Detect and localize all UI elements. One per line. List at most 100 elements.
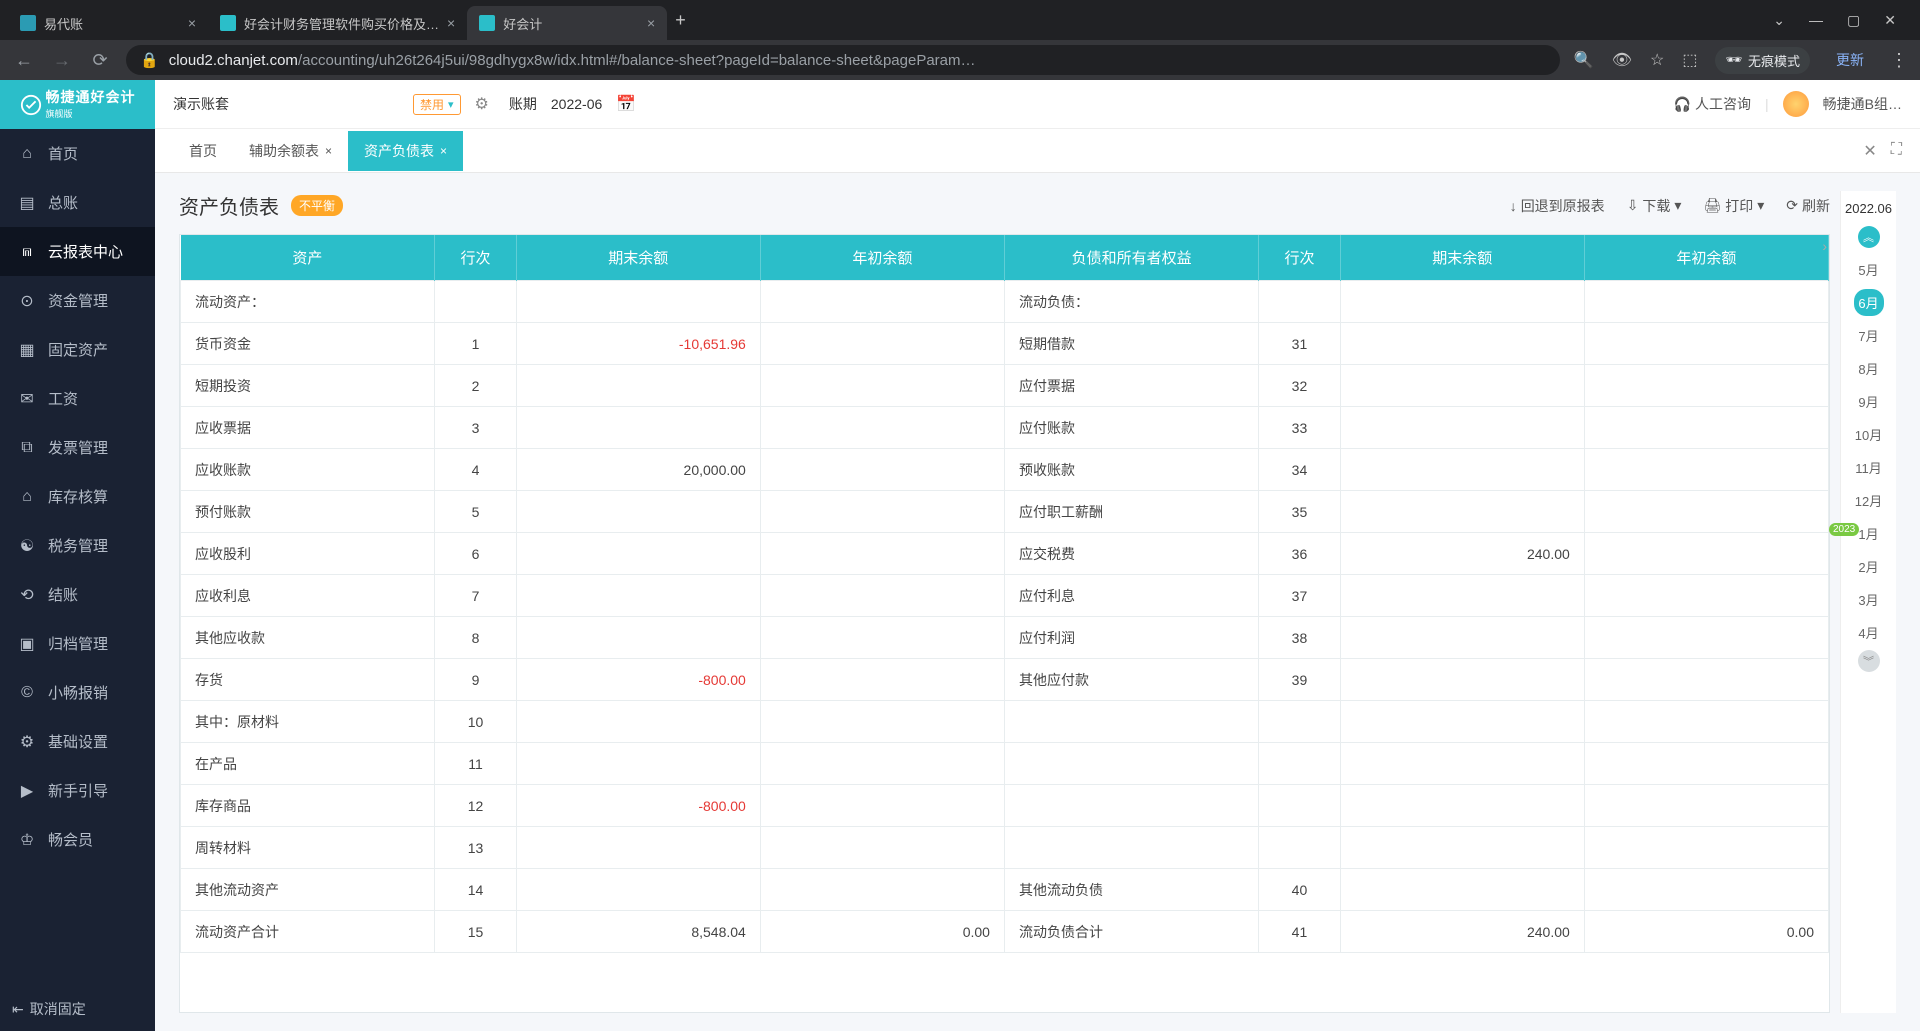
disabled-badge[interactable]: 禁用 ▾ bbox=[413, 94, 461, 115]
nav-icon: ⧉ bbox=[18, 439, 36, 457]
month-item-4月[interactable]: 4月 bbox=[1841, 619, 1896, 646]
sidebar-footer-label: 取消固定 bbox=[30, 999, 86, 1019]
close-all-tabs-icon[interactable]: ✕ bbox=[1863, 141, 1876, 161]
month-item-7月[interactable]: 7月 bbox=[1841, 322, 1896, 349]
sidebar-item-0[interactable]: ⌂首页 bbox=[0, 129, 155, 178]
month-item-11月[interactable]: 11月 bbox=[1841, 454, 1896, 481]
cell-asset: 预付账款 bbox=[181, 491, 435, 533]
cell-row: 2 bbox=[435, 365, 516, 407]
sidebar-item-12[interactable]: ⚙基础设置 bbox=[0, 717, 155, 766]
sidebar-item-11[interactable]: ©小畅报销 bbox=[0, 668, 155, 717]
cell-begin bbox=[760, 659, 1004, 701]
sidebar-item-6[interactable]: ⧉发票管理 bbox=[0, 423, 155, 472]
nav-label: 归档管理 bbox=[48, 633, 108, 654]
month-item-1月[interactable]: 1月2023 bbox=[1841, 520, 1896, 547]
month-item-10月[interactable]: 10月 bbox=[1841, 421, 1896, 448]
sidebar-item-5[interactable]: ✉工资 bbox=[0, 374, 155, 423]
calendar-icon[interactable]: 📅 bbox=[616, 94, 636, 114]
new-tab-button[interactable]: + bbox=[675, 10, 686, 31]
page-tab-2[interactable]: 资产负债表× bbox=[348, 131, 463, 171]
search-icon[interactable]: 🔍 bbox=[1574, 50, 1594, 70]
table-row: 流动资产：流动负债： bbox=[181, 281, 1829, 323]
minimize-icon[interactable]: ― bbox=[1809, 12, 1823, 29]
nav-label: 工资 bbox=[48, 388, 78, 409]
cell-end2 bbox=[1340, 575, 1584, 617]
sidebar-item-3[interactable]: ⊙资金管理 bbox=[0, 276, 155, 325]
sidebar-item-9[interactable]: ⟲结账 bbox=[0, 570, 155, 619]
cell-row: 7 bbox=[435, 575, 516, 617]
balance-sheet-table[interactable]: › 资产 行次 期末余额 年初余额 负债和所有者权 bbox=[179, 234, 1830, 1013]
page-tab-0[interactable]: 首页 bbox=[173, 131, 233, 171]
browser-tab[interactable]: 易代账 × bbox=[8, 6, 208, 40]
extension-icon[interactable]: ⬚ bbox=[1682, 50, 1697, 70]
close-icon[interactable]: × bbox=[325, 144, 332, 158]
cell-asset: 短期投资 bbox=[181, 365, 435, 407]
close-icon[interactable]: × bbox=[447, 15, 455, 31]
col-asset: 资产 bbox=[181, 235, 435, 281]
close-window-icon[interactable]: ✕ bbox=[1884, 12, 1896, 29]
month-prev-button[interactable]: ︽ bbox=[1858, 226, 1880, 248]
sidebar-item-4[interactable]: ▦固定资产 bbox=[0, 325, 155, 374]
month-item-9月[interactable]: 9月 bbox=[1841, 388, 1896, 415]
update-button[interactable]: 更新 bbox=[1828, 46, 1872, 74]
revert-button[interactable]: ↓回退到原报表 bbox=[1510, 196, 1605, 216]
account-selector[interactable]: 演示账套 bbox=[173, 94, 229, 114]
scroll-right-icon[interactable]: › bbox=[1822, 238, 1827, 254]
month-item-8月[interactable]: 8月 bbox=[1841, 355, 1896, 382]
browser-tab-active[interactable]: 好会计 × bbox=[467, 6, 667, 40]
sidebar-item-8[interactable]: ☯税务管理 bbox=[0, 521, 155, 570]
cell-begin bbox=[760, 407, 1004, 449]
support-button[interactable]: 🎧 人工咨询 bbox=[1674, 94, 1751, 114]
cell-begin2 bbox=[1584, 449, 1828, 491]
month-next-button[interactable]: ︾ bbox=[1858, 650, 1880, 672]
close-icon[interactable]: × bbox=[188, 15, 196, 31]
cell-end2 bbox=[1340, 827, 1584, 869]
maximize-icon[interactable]: ▢ bbox=[1847, 12, 1860, 29]
table-row: 其他流动资产14其他流动负债40 bbox=[181, 869, 1829, 911]
avatar[interactable] bbox=[1783, 91, 1809, 117]
sidebar-item-13[interactable]: ▶新手引导 bbox=[0, 766, 155, 815]
headset-icon: 🎧 bbox=[1674, 96, 1691, 113]
incognito-badge: 🕶 无痕模式 bbox=[1715, 47, 1810, 74]
chevron-down-icon[interactable]: ⌄ bbox=[1773, 12, 1785, 29]
sidebar-item-10[interactable]: ▣归档管理 bbox=[0, 619, 155, 668]
month-item-3月[interactable]: 3月 bbox=[1841, 586, 1896, 613]
page-tab-1[interactable]: 辅助余额表× bbox=[233, 131, 348, 171]
refresh-icon: ⟳ bbox=[1786, 197, 1798, 214]
browser-tab[interactable]: 好会计财务管理软件购买价格及… × bbox=[208, 6, 467, 40]
sidebar-item-14[interactable]: ♔畅会员 bbox=[0, 815, 155, 864]
back-button[interactable]: ← bbox=[12, 50, 36, 71]
eye-off-icon[interactable]: 👁 bbox=[1612, 50, 1632, 70]
month-item-2月[interactable]: 2月 bbox=[1841, 553, 1896, 580]
star-icon[interactable]: ☆ bbox=[1650, 50, 1664, 70]
kebab-menu-icon[interactable]: ⋮ bbox=[1890, 50, 1908, 71]
table-row: 其中：原材料10 bbox=[181, 701, 1829, 743]
month-item-5月[interactable]: 5月 bbox=[1841, 256, 1896, 283]
tab-favicon bbox=[220, 15, 236, 31]
cell-begin bbox=[760, 827, 1004, 869]
month-item-6月[interactable]: 6月 bbox=[1854, 289, 1884, 316]
print-button[interactable]: 🖨打印▾ bbox=[1703, 196, 1764, 216]
cell-end bbox=[516, 869, 760, 911]
cell-row: 5 bbox=[435, 491, 516, 533]
sidebar-item-7[interactable]: ⌂库存核算 bbox=[0, 472, 155, 521]
sidebar-pin-toggle[interactable]: ⇤ 取消固定 bbox=[0, 987, 155, 1031]
refresh-button[interactable]: ⟳刷新 bbox=[1786, 196, 1830, 216]
cell-liab: 流动负债合计 bbox=[1004, 911, 1258, 953]
forward-button[interactable]: → bbox=[50, 50, 74, 71]
period-value[interactable]: 2022-06 bbox=[551, 96, 602, 112]
month-item-12月[interactable]: 12月 bbox=[1841, 487, 1896, 514]
sidebar-item-2[interactable]: ⩎云报表中心 bbox=[0, 227, 155, 276]
cell-row: 6 bbox=[435, 533, 516, 575]
close-icon[interactable]: × bbox=[647, 15, 655, 31]
gear-icon[interactable]: ⚙ bbox=[475, 94, 489, 114]
username[interactable]: 畅捷通B组… bbox=[1823, 94, 1902, 114]
table-row: 流动资产合计158,548.040.00流动负债合计41240.000.00 bbox=[181, 911, 1829, 953]
expand-icon[interactable]: ⛶ bbox=[1891, 141, 1902, 161]
cell-liab: 预收账款 bbox=[1004, 449, 1258, 491]
sidebar-item-1[interactable]: ▤总账 bbox=[0, 178, 155, 227]
download-button[interactable]: ⇩下载▾ bbox=[1627, 196, 1682, 216]
reload-button[interactable]: ⟳ bbox=[88, 50, 112, 71]
url-input[interactable]: 🔒 cloud2.chanjet.com/accounting/uh26t264… bbox=[126, 45, 1560, 75]
close-icon[interactable]: × bbox=[440, 144, 447, 158]
